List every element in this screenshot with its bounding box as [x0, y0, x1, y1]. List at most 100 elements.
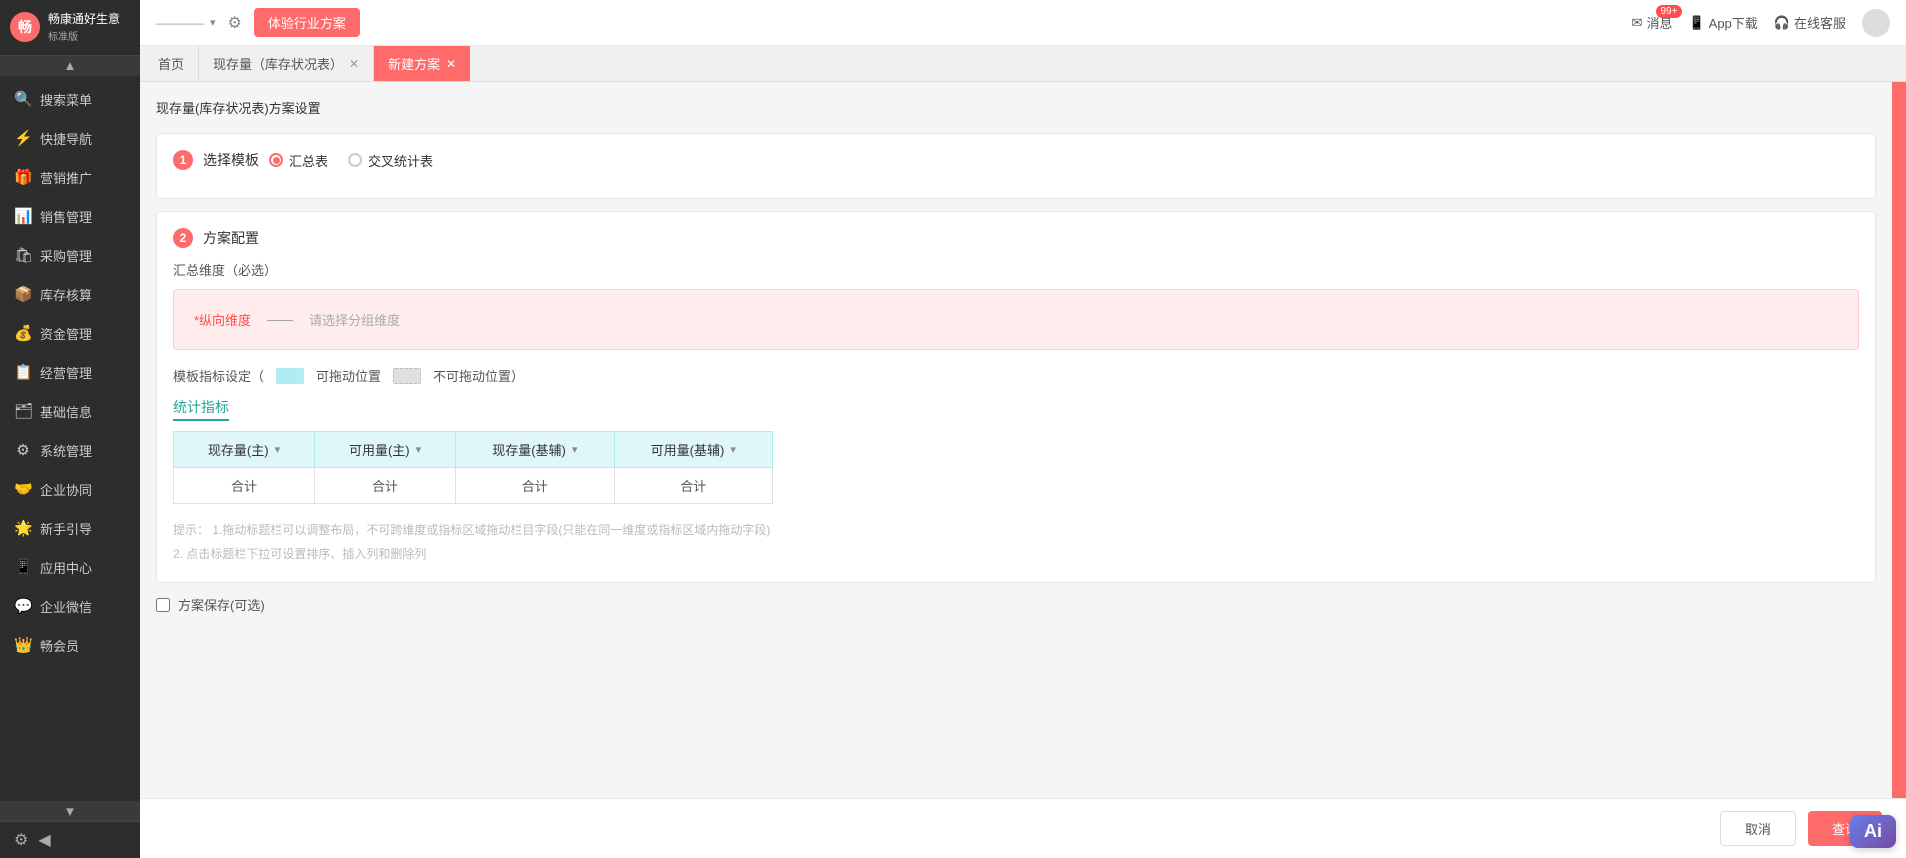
sidebar-item-marketing[interactable]: 🎁 营销推广: [0, 158, 140, 197]
fixed-label: 不可拖动位置）: [433, 366, 524, 385]
step2-num: 2: [173, 228, 193, 248]
cooperation-icon: 🤝: [14, 480, 32, 498]
top-header: ———— ▾ ⚙ 体验行业方案 ✉ 消息 99+ 📱 App下载 🎧 在线客服: [140, 0, 1906, 46]
col2-chevron[interactable]: ▾: [416, 443, 422, 456]
right-edge-bar[interactable]: [1892, 82, 1906, 798]
sidebar-item-operations[interactable]: 📋 经营管理: [0, 353, 140, 392]
sidebar-item-sales[interactable]: 📊 销售管理: [0, 197, 140, 236]
sidebar-item-finance[interactable]: 💰 资金管理: [0, 314, 140, 353]
radio-crosstab[interactable]: 交叉统计表: [348, 151, 433, 170]
sidebar-label-new-guide: 新手引导: [40, 519, 92, 538]
wechat-icon: 💬: [14, 597, 32, 615]
header-right: ✉ 消息 99+ 📱 App下载 🎧 在线客服: [1632, 9, 1890, 37]
sidebar-scroll-up[interactable]: ▲: [0, 56, 140, 76]
cell-1-1: 合计: [174, 468, 315, 504]
sidebar-item-system[interactable]: ⚙ 系统管理: [0, 431, 140, 470]
col4-chevron[interactable]: ▾: [730, 443, 736, 456]
sidebar-label-operations: 经营管理: [40, 363, 92, 382]
trial-button[interactable]: 体验行业方案: [254, 8, 360, 37]
sidebar-item-purchase[interactable]: 🛍 采购管理: [0, 236, 140, 275]
app-logo-icon: 畅: [10, 12, 40, 42]
col-header-4[interactable]: 可用量(基辅) ▾: [614, 432, 772, 468]
dim-placeholder[interactable]: 请选择分组维度: [309, 310, 400, 329]
support-label: 在线客服: [1794, 13, 1846, 32]
sidebar-item-base-info[interactable]: 🗂 基础信息: [0, 392, 140, 431]
sidebar-nav: 🔍 搜索菜单 ⚡ 快捷导航 🎁 营销推广 📊 销售管理 🛍 采购管理 📦 库存核…: [0, 76, 140, 801]
tab-new-label: 新建方案: [388, 54, 440, 73]
bottom-bar: 取消 查询: [140, 798, 1906, 858]
col-header-3[interactable]: 现存量(基辅) ▾: [456, 432, 614, 468]
radio-summary-circle: [269, 153, 283, 167]
tip2-text: 2. 点击标题栏下拉可设置排序、插入列和删除列: [173, 547, 426, 561]
header-dropdown-icon[interactable]: ▾: [210, 16, 216, 29]
movable-label: 可拖动位置: [316, 366, 381, 385]
radio-crosstab-label: 交叉统计表: [368, 151, 433, 170]
radio-summary[interactable]: 汇总表: [269, 151, 328, 170]
main-area: ———— ▾ ⚙ 体验行业方案 ✉ 消息 99+ 📱 App下载 🎧 在线客服: [140, 0, 1906, 858]
collapse-icon[interactable]: ◀: [38, 830, 50, 850]
sidebar-label-purchase: 采购管理: [40, 246, 92, 265]
system-icon: ⚙: [14, 441, 32, 459]
tip2-row: 2. 点击标题栏下拉可设置排序、插入列和删除列: [173, 542, 1859, 566]
online-support-button[interactable]: 🎧 在线客服: [1774, 13, 1846, 32]
sidebar-item-app-center[interactable]: 📱 应用中心: [0, 548, 140, 587]
operations-icon: 📋: [14, 363, 32, 381]
tab-new-plan[interactable]: 新建方案 ✕: [374, 46, 470, 81]
tips-title: 提示： 1.拖动标题栏可以调整布局，不可跨维度或指标区域拖动栏目字段(只能在同一…: [173, 518, 1859, 542]
search-icon: 🔍: [14, 90, 32, 108]
tab-home[interactable]: 首页: [144, 46, 199, 81]
sidebar-item-cooperation[interactable]: 🤝 企业协同: [0, 470, 140, 509]
message-button[interactable]: ✉ 消息 99+: [1632, 13, 1673, 32]
sidebar-label-app-center: 应用中心: [40, 558, 92, 577]
app-name: 畅康通好生意: [48, 12, 120, 28]
statistics-table: 现存量(主) ▾ 可用量(主) ▾: [173, 431, 773, 504]
col1-chevron[interactable]: ▾: [275, 443, 281, 456]
tip-title-label: 提示：: [173, 523, 209, 537]
sidebar-label-wechat: 企业微信: [40, 597, 92, 616]
cancel-button[interactable]: 取消: [1720, 811, 1796, 846]
sidebar-item-membership[interactable]: 👑 畅会员: [0, 626, 140, 665]
step2-label: 方案配置: [203, 228, 259, 248]
aggregate-dim-label: 汇总维度（必选）: [173, 260, 1859, 279]
sidebar-item-wechat[interactable]: 💬 企业微信: [0, 587, 140, 626]
col4-label: 可用量(基辅): [651, 440, 725, 459]
col3-chevron[interactable]: ▾: [572, 443, 578, 456]
save-label: 方案保存(可选): [178, 595, 265, 614]
vertical-dim-area[interactable]: *纵向维度 —— 请选择分组维度: [173, 289, 1859, 350]
sidebar-scroll-down[interactable]: ▼: [0, 801, 140, 821]
message-icon: ✉: [1632, 15, 1643, 31]
membership-icon: 👑: [14, 636, 32, 654]
indicator-legend-label: 模板指标设定（: [173, 366, 264, 385]
tab-bar: 首页 现存量（库存状况表） ✕ 新建方案 ✕: [140, 46, 1906, 82]
sidebar-label-sales: 销售管理: [40, 207, 92, 226]
radio-summary-label: 汇总表: [289, 151, 328, 170]
step2-header: 2 方案配置: [173, 228, 1859, 248]
tab-inventory-close[interactable]: ✕: [349, 57, 359, 71]
sidebar-label-cooperation: 企业协同: [40, 480, 92, 499]
save-checkbox[interactable]: [156, 598, 170, 612]
finance-icon: 💰: [14, 324, 32, 342]
settings-icon[interactable]: ⚙: [14, 830, 28, 850]
sidebar-item-inventory[interactable]: 📦 库存核算: [0, 275, 140, 314]
cell-1-4: 合计: [614, 468, 772, 504]
app-download-button[interactable]: 📱 App下载: [1688, 13, 1757, 32]
required-mark: *纵向维度: [194, 310, 251, 329]
col2-label: 可用量(主): [349, 440, 410, 459]
sidebar-bottom: ⚙ ◀: [0, 821, 140, 858]
sidebar-item-search[interactable]: 🔍 搜索菜单: [0, 80, 140, 119]
sidebar-label-membership: 畅会员: [40, 636, 79, 655]
ai-badge[interactable]: Ai: [1850, 815, 1896, 848]
tab-new-close[interactable]: ✕: [446, 57, 456, 71]
tab-inventory-label: 现存量（库存状况表）: [213, 54, 343, 73]
indicator-legend-row: 模板指标设定（ 可拖动位置 不可拖动位置）: [173, 366, 1859, 385]
col-header-1[interactable]: 现存量(主) ▾: [174, 432, 315, 468]
col-header-2[interactable]: 可用量(主) ▾: [315, 432, 456, 468]
step1-num: 1: [173, 150, 193, 170]
gear-icon[interactable]: ⚙: [228, 13, 242, 33]
sidebar-item-quick-nav[interactable]: ⚡ 快捷导航: [0, 119, 140, 158]
tab-inventory-status[interactable]: 现存量（库存状况表） ✕: [199, 46, 374, 81]
sidebar-item-new-guide[interactable]: 🌟 新手引导: [0, 509, 140, 548]
inventory-icon: 📦: [14, 285, 32, 303]
step1-label: 选择模板: [203, 150, 259, 170]
user-avatar[interactable]: [1862, 9, 1890, 37]
